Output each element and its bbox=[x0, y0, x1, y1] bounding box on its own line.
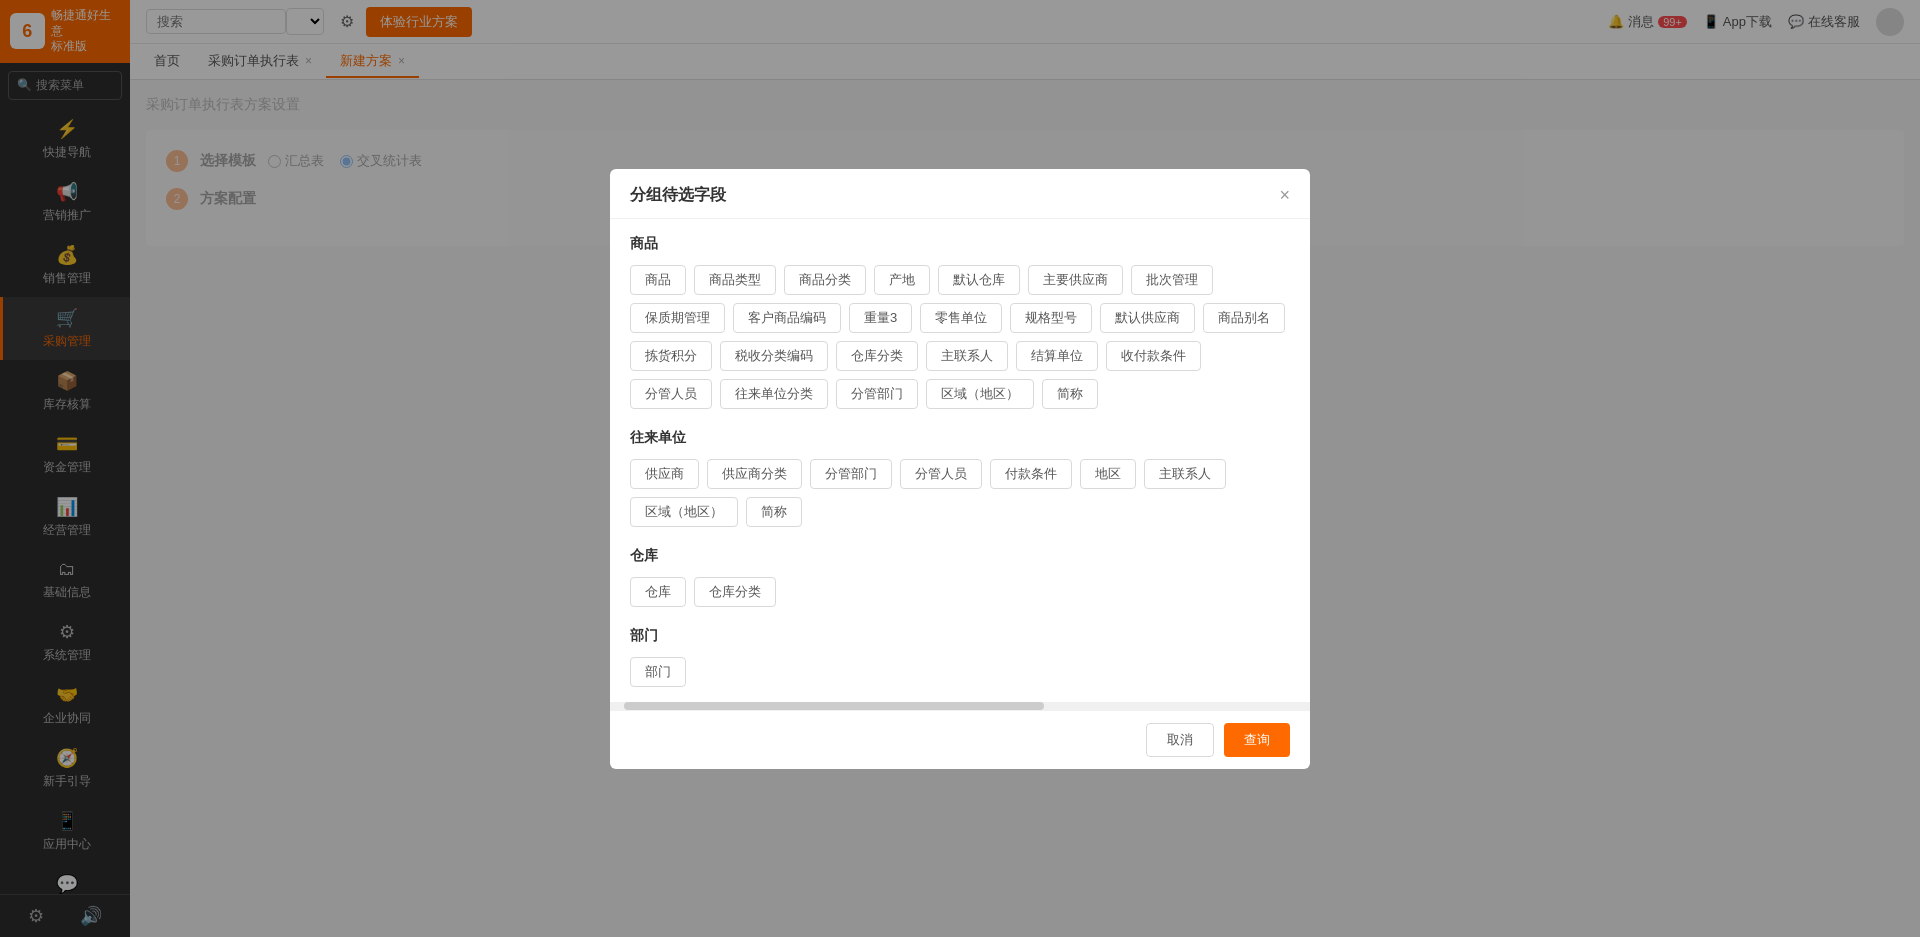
modal-overlay: 分组待选字段 × 商品 商品 商品类型 商品分类 产地 默认仓库 主要供应商 批… bbox=[0, 0, 1920, 937]
field-tag[interactable]: 主联系人 bbox=[926, 341, 1008, 371]
modal-footer: 取消 查询 bbox=[610, 710, 1310, 769]
section-warehouse: 仓库 仓库 仓库分类 bbox=[630, 547, 1290, 607]
modal-header: 分组待选字段 × bbox=[610, 169, 1310, 219]
field-tag[interactable]: 商品分类 bbox=[784, 265, 866, 295]
field-tag[interactable]: 地区 bbox=[1080, 459, 1136, 489]
field-tag[interactable]: 拣货积分 bbox=[630, 341, 712, 371]
field-tag[interactable]: 默认仓库 bbox=[938, 265, 1020, 295]
section-department-title: 部门 bbox=[630, 627, 1290, 645]
field-tag[interactable]: 客户商品编码 bbox=[733, 303, 841, 333]
field-tag[interactable]: 简称 bbox=[746, 497, 802, 527]
field-tag[interactable]: 收付款条件 bbox=[1106, 341, 1201, 371]
field-tag[interactable]: 仓库分类 bbox=[694, 577, 776, 607]
confirm-button[interactable]: 查询 bbox=[1224, 723, 1290, 757]
warehouse-field-tags: 仓库 仓库分类 bbox=[630, 577, 1290, 607]
field-tag[interactable]: 默认供应商 bbox=[1100, 303, 1195, 333]
field-tag[interactable]: 往来单位分类 bbox=[720, 379, 828, 409]
modal-close-button[interactable]: × bbox=[1279, 185, 1290, 206]
field-tag[interactable]: 税收分类编码 bbox=[720, 341, 828, 371]
field-tag[interactable]: 主联系人 bbox=[1144, 459, 1226, 489]
field-tag[interactable]: 仓库 bbox=[630, 577, 686, 607]
cancel-button[interactable]: 取消 bbox=[1146, 723, 1214, 757]
field-tag[interactable]: 分管部门 bbox=[810, 459, 892, 489]
section-department: 部门 部门 bbox=[630, 627, 1290, 687]
section-counterpart-title: 往来单位 bbox=[630, 429, 1290, 447]
field-tag[interactable]: 付款条件 bbox=[990, 459, 1072, 489]
field-tag[interactable]: 产地 bbox=[874, 265, 930, 295]
modal-scroll-thumb bbox=[624, 702, 1044, 710]
field-tag[interactable]: 部门 bbox=[630, 657, 686, 687]
field-tag[interactable]: 区域（地区） bbox=[630, 497, 738, 527]
field-tag[interactable]: 仓库分类 bbox=[836, 341, 918, 371]
field-tag[interactable]: 规格型号 bbox=[1010, 303, 1092, 333]
field-tag[interactable]: 商品 bbox=[630, 265, 686, 295]
field-tag[interactable]: 主要供应商 bbox=[1028, 265, 1123, 295]
modal-title: 分组待选字段 bbox=[630, 185, 726, 206]
field-tag[interactable]: 分管人员 bbox=[900, 459, 982, 489]
modal-body[interactable]: 商品 商品 商品类型 商品分类 产地 默认仓库 主要供应商 批次管理 保质期管理… bbox=[610, 219, 1310, 702]
field-tag[interactable]: 商品类型 bbox=[694, 265, 776, 295]
field-tag[interactable]: 重量3 bbox=[849, 303, 912, 333]
field-tag[interactable]: 区域（地区） bbox=[926, 379, 1034, 409]
section-product-title: 商品 bbox=[630, 235, 1290, 253]
field-select-modal: 分组待选字段 × 商品 商品 商品类型 商品分类 产地 默认仓库 主要供应商 批… bbox=[610, 169, 1310, 769]
modal-horizontal-scrollbar[interactable] bbox=[610, 702, 1310, 710]
field-tag[interactable]: 供应商分类 bbox=[707, 459, 802, 489]
product-field-tags: 商品 商品类型 商品分类 产地 默认仓库 主要供应商 批次管理 保质期管理 客户… bbox=[630, 265, 1290, 409]
section-product: 商品 商品 商品类型 商品分类 产地 默认仓库 主要供应商 批次管理 保质期管理… bbox=[630, 235, 1290, 409]
field-tag[interactable]: 分管人员 bbox=[630, 379, 712, 409]
field-tag[interactable]: 保质期管理 bbox=[630, 303, 725, 333]
field-tag[interactable]: 分管部门 bbox=[836, 379, 918, 409]
department-field-tags: 部门 bbox=[630, 657, 1290, 687]
field-tag[interactable]: 商品别名 bbox=[1203, 303, 1285, 333]
field-tag[interactable]: 供应商 bbox=[630, 459, 699, 489]
section-warehouse-title: 仓库 bbox=[630, 547, 1290, 565]
counterpart-field-tags: 供应商 供应商分类 分管部门 分管人员 付款条件 地区 主联系人 区域（地区） … bbox=[630, 459, 1290, 527]
field-tag[interactable]: 零售单位 bbox=[920, 303, 1002, 333]
field-tag[interactable]: 批次管理 bbox=[1131, 265, 1213, 295]
field-tag[interactable]: 结算单位 bbox=[1016, 341, 1098, 371]
field-tag[interactable]: 简称 bbox=[1042, 379, 1098, 409]
section-counterpart: 往来单位 供应商 供应商分类 分管部门 分管人员 付款条件 地区 主联系人 区域… bbox=[630, 429, 1290, 527]
